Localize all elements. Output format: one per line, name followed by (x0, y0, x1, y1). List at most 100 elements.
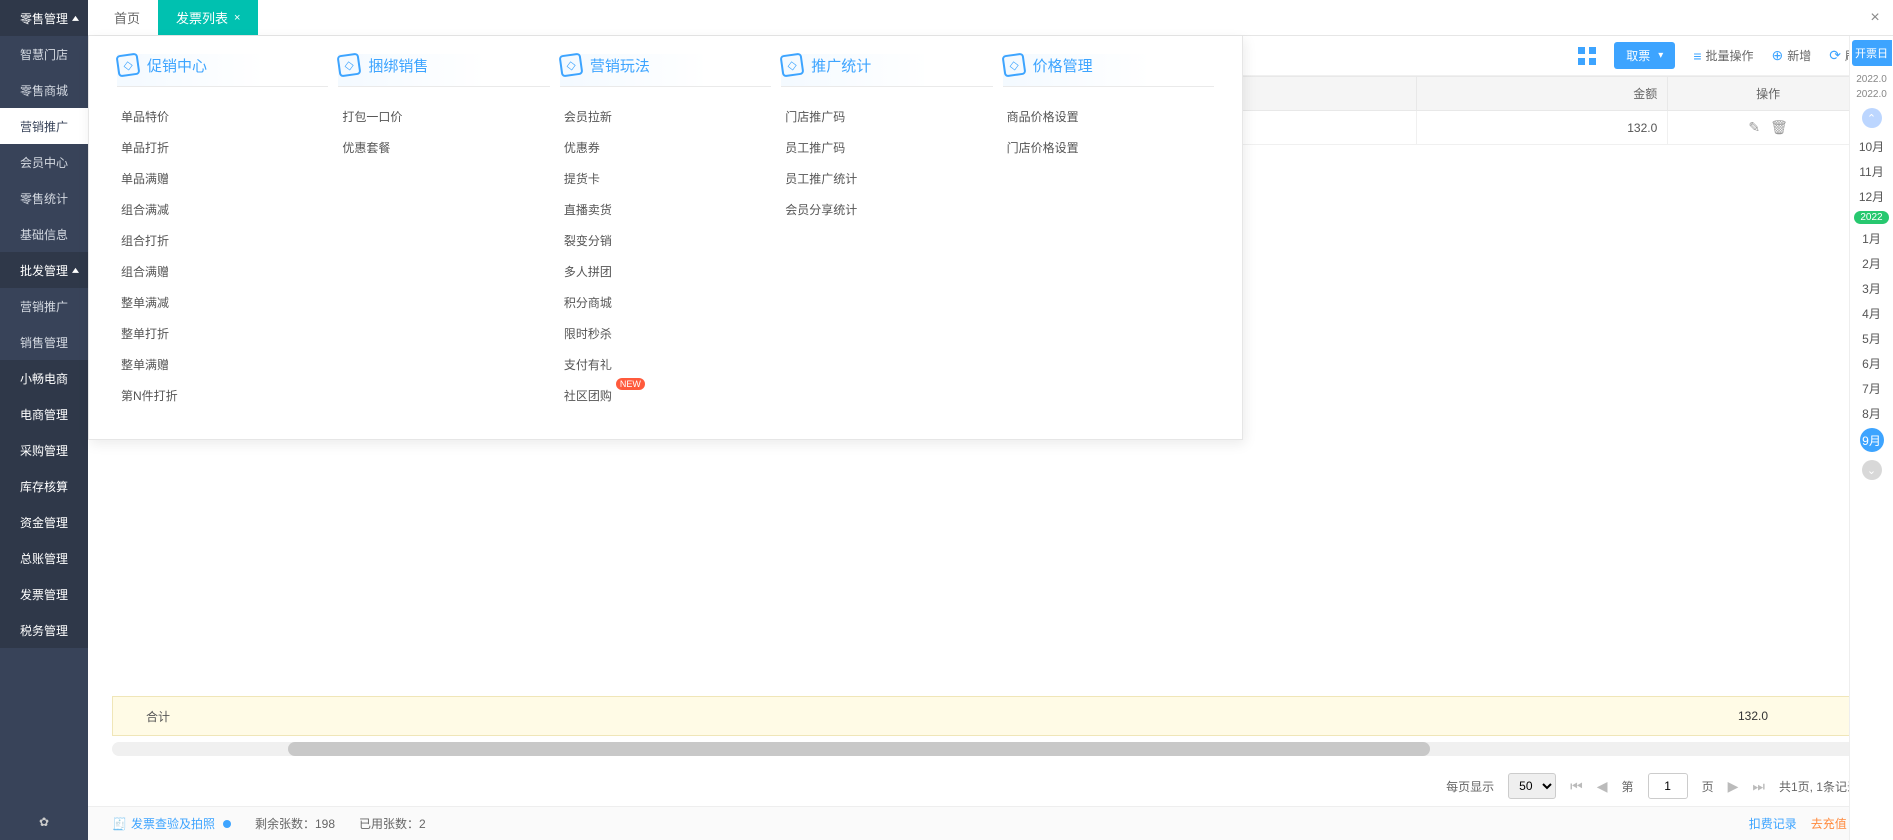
mega-item[interactable]: 单品特价 (117, 101, 328, 132)
mega-item[interactable]: 优惠套餐 (338, 132, 549, 163)
mega-item[interactable]: 限时秒杀 (560, 318, 771, 349)
dot-icon (223, 820, 231, 828)
main-area: 首页 发票列表× × 取票▾ ≡批量操作 ⊕新增 ⟳刷新 商品名称 规格型号 单… (88, 0, 1893, 840)
mega-item[interactable]: 第N件打折 (117, 380, 328, 411)
mega-item[interactable]: 优惠券 (560, 132, 771, 163)
month-item[interactable]: 12月 (1854, 184, 1888, 209)
mega-column: ◇营销玩法会员拉新优惠券提货卡直播卖货裂变分销多人拼团积分商城限时秒杀支付有礼社… (560, 54, 771, 411)
month-item[interactable]: 8月 (1854, 401, 1888, 426)
invoice-check-link[interactable]: 🧾发票查验及拍照 (112, 815, 231, 832)
scroll-up-icon[interactable]: ⌃ (1862, 108, 1882, 128)
delete-icon[interactable]: 🗑 (1770, 119, 1788, 136)
month-item[interactable]: 5月 (1854, 326, 1888, 351)
page-prev-icon[interactable]: ◀ (1597, 778, 1608, 795)
mega-item[interactable]: 裂变分销 (560, 225, 771, 256)
mega-item[interactable]: 员工推广码 (781, 132, 992, 163)
mega-item[interactable]: 单品打折 (117, 132, 328, 163)
mega-item[interactable]: 组合满减 (117, 194, 328, 225)
fetch-invoice-button[interactable]: 取票▾ (1614, 42, 1675, 69)
per-page-select[interactable]: 50 (1508, 773, 1556, 799)
doc-icon: 🧾 (112, 817, 127, 831)
month-item[interactable]: 6月 (1854, 351, 1888, 376)
sidebar-group-retail[interactable]: 零售管理▴ (0, 0, 88, 36)
sidebar-item-ecom[interactable]: 电商管理 (0, 396, 88, 432)
deduct-log-link[interactable]: 扣费记录 (1749, 815, 1797, 832)
sidebar-item-smart-store[interactable]: 智慧门店 (0, 36, 88, 72)
qr-icon[interactable] (1578, 47, 1596, 65)
settings-icon[interactable]: ✿ (0, 804, 88, 840)
mega-item[interactable]: 直播卖货 (560, 194, 771, 225)
page-first-icon[interactable]: ⏮ (1570, 778, 1583, 795)
sidebar-item-tax[interactable]: 税务管理 (0, 612, 88, 648)
sidebar-item-xchang[interactable]: 小畅电商 (0, 360, 88, 396)
category-icon: ◇ (337, 53, 362, 78)
month-item[interactable]: 7月 (1854, 376, 1888, 401)
mega-heading: ◇营销玩法 (560, 54, 771, 87)
mega-item[interactable]: 组合打折 (117, 225, 328, 256)
sidebar-group-wholesale[interactable]: 批发管理▴ (0, 252, 88, 288)
mega-item[interactable]: 商品价格设置 (1003, 101, 1214, 132)
invoice-date-button[interactable]: 开票日 (1852, 40, 1892, 66)
mega-heading: ◇价格管理 (1003, 54, 1214, 87)
mega-item[interactable]: 积分商城 (560, 287, 771, 318)
mega-item[interactable]: 员工推广统计 (781, 163, 992, 194)
sidebar-item-retail-mall[interactable]: 零售商城 (0, 72, 88, 108)
date-panel: 开票日 2022.0 2022.0 ⌃ 10月11月12月20221月2月3月4… (1849, 36, 1893, 840)
mega-item[interactable]: 多人拼团 (560, 256, 771, 287)
mega-item[interactable]: 组合满赠 (117, 256, 328, 287)
mega-item[interactable]: 门店价格设置 (1003, 132, 1214, 163)
sidebar-item-funds[interactable]: 资金管理 (0, 504, 88, 540)
page-next-icon[interactable]: ▶ (1728, 778, 1739, 795)
month-item[interactable]: 4月 (1854, 301, 1888, 326)
plus-icon: ⊕ (1772, 47, 1784, 64)
tab-close-icon[interactable]: × (234, 12, 240, 24)
mega-item[interactable]: 单品满赠 (117, 163, 328, 194)
scroll-down-icon[interactable]: ⌄ (1862, 460, 1882, 480)
mega-item[interactable]: 整单满赠 (117, 349, 328, 380)
sidebar-item-wholesale-marketing[interactable]: 营销推广 (0, 288, 88, 324)
mega-heading: ◇推广统计 (781, 54, 992, 87)
page-last-icon[interactable]: ⏭ (1752, 778, 1765, 795)
sidebar-item-basic-info[interactable]: 基础信息 (0, 216, 88, 252)
horizontal-scrollbar[interactable] (112, 742, 1869, 756)
month-item[interactable]: 1月 (1854, 226, 1888, 251)
batch-ops-button[interactable]: ≡批量操作 (1693, 47, 1753, 64)
date-pill[interactable]: 2022.0 (1850, 87, 1893, 102)
mega-item[interactable]: 门店推广码 (781, 101, 992, 132)
mega-column: ◇促销中心单品特价单品打折单品满赠组合满减组合打折组合满赠整单满减整单打折整单满… (117, 54, 328, 411)
month-item[interactable]: 2月 (1854, 251, 1888, 276)
month-item[interactable]: 9月 (1860, 428, 1884, 452)
mega-item[interactable]: 社区团购NEW (560, 380, 771, 411)
cell-ops: ✎🗑 (1668, 111, 1869, 145)
mega-item[interactable]: 整单满减 (117, 287, 328, 318)
month-item[interactable]: 11月 (1854, 159, 1888, 184)
sidebar-item-member-center[interactable]: 会员中心 (0, 144, 88, 180)
mega-item[interactable]: 打包一口价 (338, 101, 549, 132)
scrollbar-thumb[interactable] (288, 742, 1430, 756)
mega-item[interactable]: 整单打折 (117, 318, 328, 349)
sidebar-item-ledger[interactable]: 总账管理 (0, 540, 88, 576)
col-amount[interactable]: 金额 (1417, 77, 1668, 111)
date-pill[interactable]: 2022.0 (1850, 72, 1893, 87)
sidebar-item-sales-mgmt[interactable]: 销售管理 (0, 324, 88, 360)
tab-home[interactable]: 首页 (96, 0, 158, 35)
sidebar-item-inventory[interactable]: 库存核算 (0, 468, 88, 504)
tab-invoice-list[interactable]: 发票列表× (158, 0, 258, 35)
mega-item[interactable]: 会员拉新 (560, 101, 771, 132)
sidebar-item-retail-stats[interactable]: 零售统计 (0, 180, 88, 216)
sidebar-item-purchase[interactable]: 采购管理 (0, 432, 88, 468)
mega-item[interactable]: 支付有礼 (560, 349, 771, 380)
recharge-link[interactable]: 去充值 (1811, 815, 1847, 832)
page-input[interactable] (1648, 773, 1688, 799)
close-all-tabs-icon[interactable]: × (1857, 0, 1893, 35)
sidebar-item-marketing[interactable]: 营销推广 (0, 108, 88, 144)
mega-item[interactable]: 会员分享统计 (781, 194, 992, 225)
add-button[interactable]: ⊕新增 (1772, 47, 1812, 64)
new-badge: NEW (616, 378, 645, 390)
total-row: 合计 132.0 (112, 696, 1869, 736)
edit-icon[interactable]: ✎ (1748, 119, 1760, 136)
month-item[interactable]: 3月 (1854, 276, 1888, 301)
mega-item[interactable]: 提货卡 (560, 163, 771, 194)
month-item[interactable]: 10月 (1854, 134, 1888, 159)
sidebar-item-invoice[interactable]: 发票管理 (0, 576, 88, 612)
